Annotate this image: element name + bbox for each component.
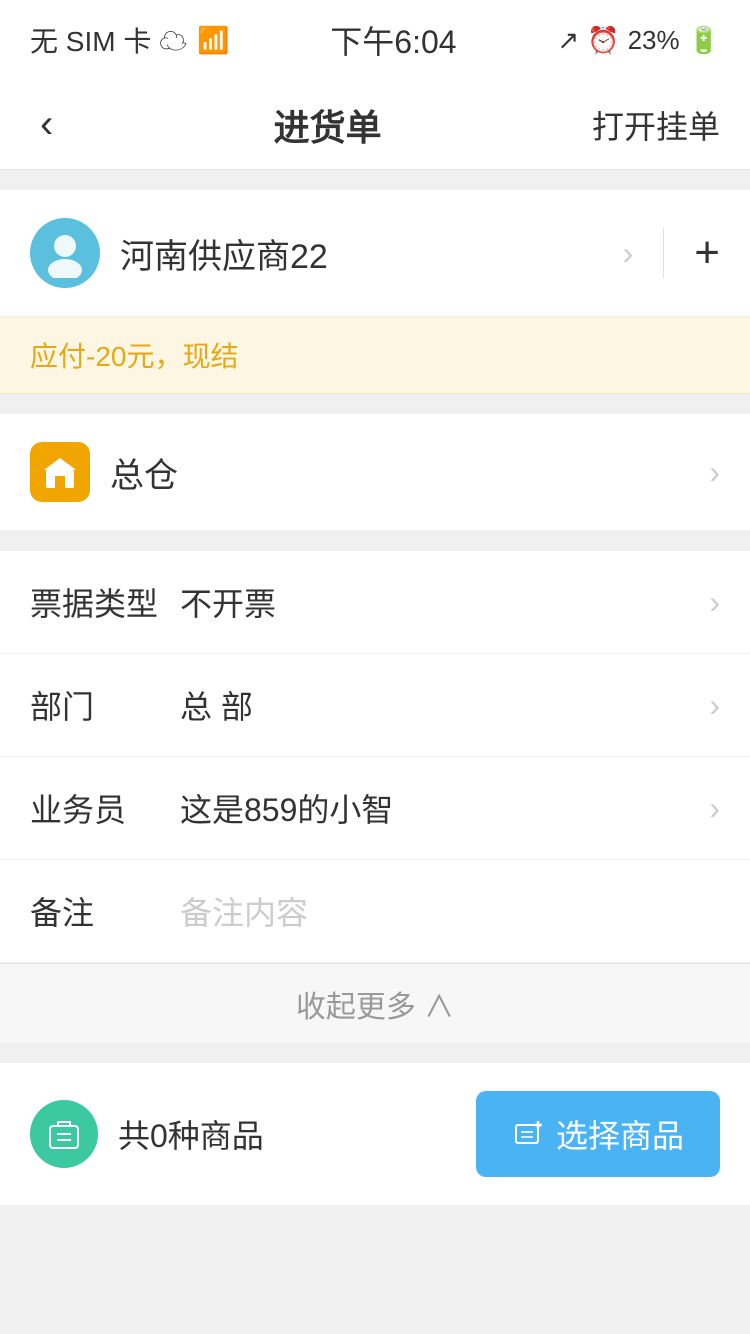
status-time: 下午6:04 <box>330 17 456 63</box>
battery-icon: 🔋 <box>688 25 720 56</box>
supplier-row[interactable]: 河南供应商22 › + <box>0 190 750 317</box>
sim-text: 无 SIM 卡 ☁ <box>30 20 187 60</box>
department-chevron-icon: › <box>709 687 720 724</box>
nav-bar: ‹ 进货单 打开挂单 <box>0 80 750 170</box>
product-section: 共0种商品 选择商品 <box>0 1063 750 1205</box>
warehouse-chevron-icon: › <box>709 454 720 491</box>
invoice-type-label: 票据类型 <box>30 579 170 625</box>
supplier-divider <box>663 228 664 278</box>
supplier-avatar <box>30 218 100 288</box>
select-product-button[interactable]: 选择商品 <box>476 1091 720 1177</box>
department-value: 总 部 <box>170 682 709 728</box>
supplier-name: 河南供应商22 <box>120 229 623 278</box>
invoice-type-value: 不开票 <box>170 579 709 625</box>
invoice-type-chevron-icon: › <box>709 584 720 621</box>
back-button[interactable]: ‹ <box>30 92 63 157</box>
remark-label: 备注 <box>30 888 170 934</box>
wifi-icon: 📶 <box>197 25 229 56</box>
salesperson-row[interactable]: 业务员 这是859的小智 › <box>0 757 750 860</box>
alarm-icon: ⏰ <box>587 25 619 56</box>
warehouse-section: 总仓 › <box>0 414 750 531</box>
warehouse-row[interactable]: 总仓 › <box>0 414 750 531</box>
remark-row[interactable]: 备注 备注内容 <box>0 860 750 963</box>
salesperson-label: 业务员 <box>30 785 170 831</box>
salesperson-value: 这是859的小智 <box>170 785 709 831</box>
status-bar: 无 SIM 卡 ☁ 📶 下午6:04 ↗ ⏰ 23% 🔋 <box>0 0 750 80</box>
product-count: 共0种商品 <box>118 1111 476 1157</box>
section-gap-1 <box>0 170 750 190</box>
page-title: 进货单 <box>274 99 382 151</box>
salesperson-chevron-icon: › <box>709 790 720 827</box>
form-section: 票据类型 不开票 › 部门 总 部 › 业务员 这是859的小智 › 备注 备注… <box>0 551 750 1043</box>
remark-input[interactable]: 备注内容 <box>170 888 720 934</box>
battery-text: 23% <box>628 25 680 56</box>
status-right: ↗ ⏰ 23% 🔋 <box>557 25 720 56</box>
section-gap-3 <box>0 531 750 551</box>
notice-bar: 应付-20元，现结 <box>0 317 750 394</box>
section-gap-2 <box>0 394 750 414</box>
supplier-chevron-icon: › <box>623 235 634 272</box>
department-row[interactable]: 部门 总 部 › <box>0 654 750 757</box>
invoice-type-row[interactable]: 票据类型 不开票 › <box>0 551 750 654</box>
supplier-section: 河南供应商22 › + 应付-20元，现结 <box>0 190 750 394</box>
collapse-bar[interactable]: 收起更多 ∧ <box>0 963 750 1043</box>
location-icon: ↗ <box>557 25 579 56</box>
warehouse-icon <box>30 442 90 502</box>
warehouse-name: 总仓 <box>110 448 709 497</box>
open-hang-button[interactable]: 打开挂单 <box>592 102 720 148</box>
status-left: 无 SIM 卡 ☁ 📶 <box>30 20 230 60</box>
product-icon <box>30 1100 98 1168</box>
select-product-label: 选择商品 <box>556 1111 684 1157</box>
department-label: 部门 <box>30 682 170 728</box>
add-supplier-button[interactable]: + <box>694 228 720 278</box>
